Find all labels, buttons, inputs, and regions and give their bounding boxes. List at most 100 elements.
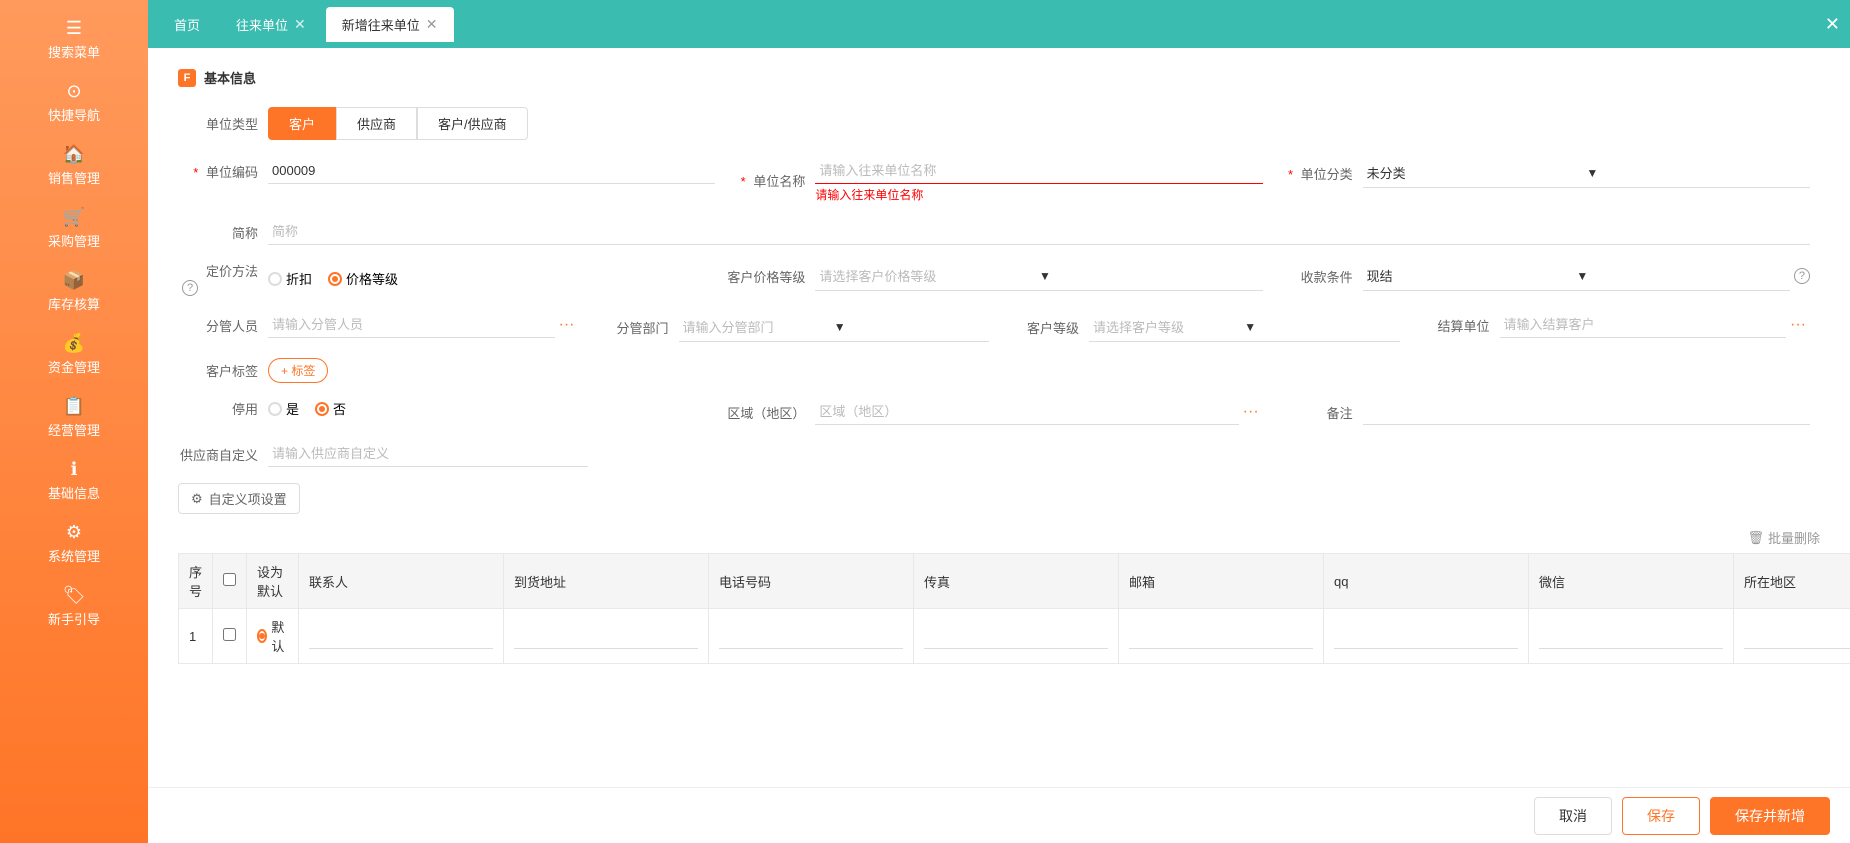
- payment-terms-field: 收款条件 现结 ▼ ?: [1273, 261, 1810, 291]
- pricing-radio-group: 折扣 价格等级: [268, 269, 398, 288]
- cell-phone[interactable]: [709, 609, 914, 664]
- cell-address[interactable]: [504, 609, 709, 664]
- sidebar-item-finance[interactable]: 💰 资金管理: [0, 323, 148, 386]
- supplier-custom-field: 供应商自定义: [178, 441, 1810, 467]
- batch-delete-icon: 🗑: [1747, 530, 1764, 546]
- tab-new-contact-close[interactable]: ✕: [426, 16, 438, 33]
- address-input[interactable]: [514, 623, 698, 649]
- disabled-field: 停用 是 否: [178, 399, 715, 418]
- batch-delete-btn[interactable]: 🗑 批量删除: [178, 528, 1820, 547]
- payment-terms-arrow: ▼: [1576, 269, 1786, 283]
- sidebar-item-system[interactable]: ⚙ 系统管理: [0, 512, 148, 575]
- radio-yes[interactable]: 是: [268, 399, 299, 418]
- tab-contacts-close[interactable]: ✕: [294, 16, 306, 33]
- sidebar-item-quicknav[interactable]: ⊙ 快捷导航: [0, 71, 148, 134]
- cell-region[interactable]: [1734, 609, 1850, 664]
- batch-delete-label: 批量删除: [1768, 528, 1820, 547]
- unit-name-field: * 单位名称 请输入往来单位名称: [725, 158, 1262, 203]
- region-input[interactable]: [815, 399, 1238, 425]
- unit-name-input[interactable]: [815, 158, 1262, 184]
- remark-input[interactable]: [1363, 399, 1810, 425]
- sidebar-item-purchase[interactable]: 🛒 采购管理: [0, 197, 148, 260]
- tab-home[interactable]: 首页: [158, 7, 216, 42]
- cell-email[interactable]: [1119, 609, 1324, 664]
- sidebar: ☰ 搜索菜单 ⊙ 快捷导航 🏠 销售管理 🛒 采购管理 📦 库存核算 💰 资金管…: [0, 0, 148, 843]
- main-area: 首页 往来单位 ✕ 新增往来单位 ✕ ✕ F 基本信息 单位类型 客户 供应商 …: [148, 0, 1850, 843]
- manager-input[interactable]: [268, 312, 555, 338]
- department-select[interactable]: 请输入分管部门 ▼: [679, 312, 990, 342]
- customer-price-level-label: 客户价格等级: [725, 267, 815, 286]
- short-name-label: 简称: [178, 223, 268, 242]
- bottom-bar: 取消 保存 保存并新增: [148, 787, 1850, 843]
- radio-no[interactable]: 否: [315, 399, 346, 418]
- tab-new-contact[interactable]: 新增往来单位 ✕: [326, 7, 454, 42]
- unit-category-select[interactable]: 未分类 ▼: [1363, 158, 1810, 188]
- unit-type-customer[interactable]: 客户: [268, 107, 336, 140]
- region-field: 区域（地区） ···: [725, 399, 1262, 425]
- section-title-text: 基本信息: [204, 68, 256, 87]
- sidebar-label-basic-info: 基础信息: [48, 483, 100, 502]
- region-table-input[interactable]: [1744, 623, 1850, 649]
- pricing-help-icon[interactable]: ?: [182, 280, 198, 296]
- customer-price-level-placeholder: 请选择客户价格等级: [819, 266, 1039, 285]
- tab-contacts[interactable]: 往来单位 ✕: [220, 7, 322, 42]
- sidebar-item-search[interactable]: ☰ 搜索菜单: [0, 8, 148, 71]
- unit-code-input[interactable]: [268, 158, 715, 184]
- save-button[interactable]: 保存: [1622, 797, 1700, 835]
- save-new-button[interactable]: 保存并新增: [1710, 797, 1830, 835]
- email-input[interactable]: [1129, 623, 1313, 649]
- customer-price-level-arrow: ▼: [1039, 269, 1259, 283]
- col-email: 邮箱: [1119, 554, 1324, 609]
- sidebar-label-inventory: 库存核算: [48, 294, 100, 313]
- gear-icon: ⚙: [191, 491, 203, 507]
- header-checkbox[interactable]: [223, 573, 236, 586]
- sidebar-item-basic-info[interactable]: ℹ 基础信息: [0, 449, 148, 512]
- col-checkbox[interactable]: [213, 554, 247, 609]
- custom-settings-button[interactable]: ⚙ 自定义项设置: [178, 483, 300, 514]
- manager-field: 分管人员 ···: [178, 312, 579, 338]
- manager-ellipsis[interactable]: ···: [555, 316, 579, 334]
- form-row-disabled: 停用 是 否 区域（地区） ···: [178, 399, 1820, 425]
- col-fax: 传真: [914, 554, 1119, 609]
- phone-input[interactable]: [719, 623, 903, 649]
- contact-input[interactable]: [309, 623, 493, 649]
- cell-fax[interactable]: [914, 609, 1119, 664]
- wechat-input[interactable]: [1539, 623, 1723, 649]
- row-checkbox[interactable]: [223, 628, 236, 641]
- supplier-custom-input[interactable]: [268, 441, 588, 467]
- add-tag-button[interactable]: + 标签: [268, 358, 328, 383]
- settlement-unit-input[interactable]: [1500, 312, 1787, 338]
- cell-default[interactable]: 默认: [247, 609, 299, 664]
- fax-input[interactable]: [924, 623, 1108, 649]
- customer-level-select[interactable]: 请选择客户等级 ▼: [1089, 312, 1400, 342]
- region-ellipsis[interactable]: ···: [1239, 403, 1263, 421]
- payment-terms-help[interactable]: ?: [1794, 268, 1810, 284]
- sidebar-item-operations[interactable]: 📋 经营管理: [0, 386, 148, 449]
- remark-field: 备注: [1273, 399, 1810, 425]
- cell-contact[interactable]: [299, 609, 504, 664]
- short-name-input[interactable]: [268, 219, 1810, 245]
- unit-name-error: 请输入往来单位名称: [815, 186, 1262, 203]
- unit-type-both[interactable]: 客户/供应商: [417, 107, 528, 140]
- default-radio[interactable]: 默认: [257, 617, 288, 655]
- qq-input[interactable]: [1334, 623, 1518, 649]
- content-area: F 基本信息 单位类型 客户 供应商 客户/供应商 * 单位编码: [148, 48, 1850, 787]
- radio-yes-label: 是: [286, 399, 299, 418]
- cancel-button[interactable]: 取消: [1534, 797, 1612, 835]
- customer-price-level-select[interactable]: 请选择客户价格等级 ▼: [815, 261, 1262, 291]
- cell-wechat[interactable]: [1529, 609, 1734, 664]
- form-row-tag: 客户标签 + 标签: [178, 358, 1820, 383]
- cell-qq[interactable]: [1324, 609, 1529, 664]
- radio-price-level[interactable]: 价格等级: [328, 269, 398, 288]
- customer-level-label: 客户等级: [999, 318, 1089, 337]
- sidebar-item-beginner[interactable]: 🏷 新手引导: [0, 575, 148, 638]
- radio-discount[interactable]: 折扣: [268, 269, 312, 288]
- settlement-unit-ellipsis[interactable]: ···: [1786, 316, 1810, 334]
- unit-type-supplier[interactable]: 供应商: [336, 107, 417, 140]
- radio-no-label: 否: [333, 399, 346, 418]
- cell-checkbox[interactable]: [213, 609, 247, 664]
- payment-terms-select[interactable]: 现结 ▼: [1363, 261, 1790, 291]
- sidebar-item-inventory[interactable]: 📦 库存核算: [0, 260, 148, 323]
- sidebar-item-sales[interactable]: 🏠 销售管理: [0, 134, 148, 197]
- tab-bar-close[interactable]: ✕: [1825, 14, 1840, 35]
